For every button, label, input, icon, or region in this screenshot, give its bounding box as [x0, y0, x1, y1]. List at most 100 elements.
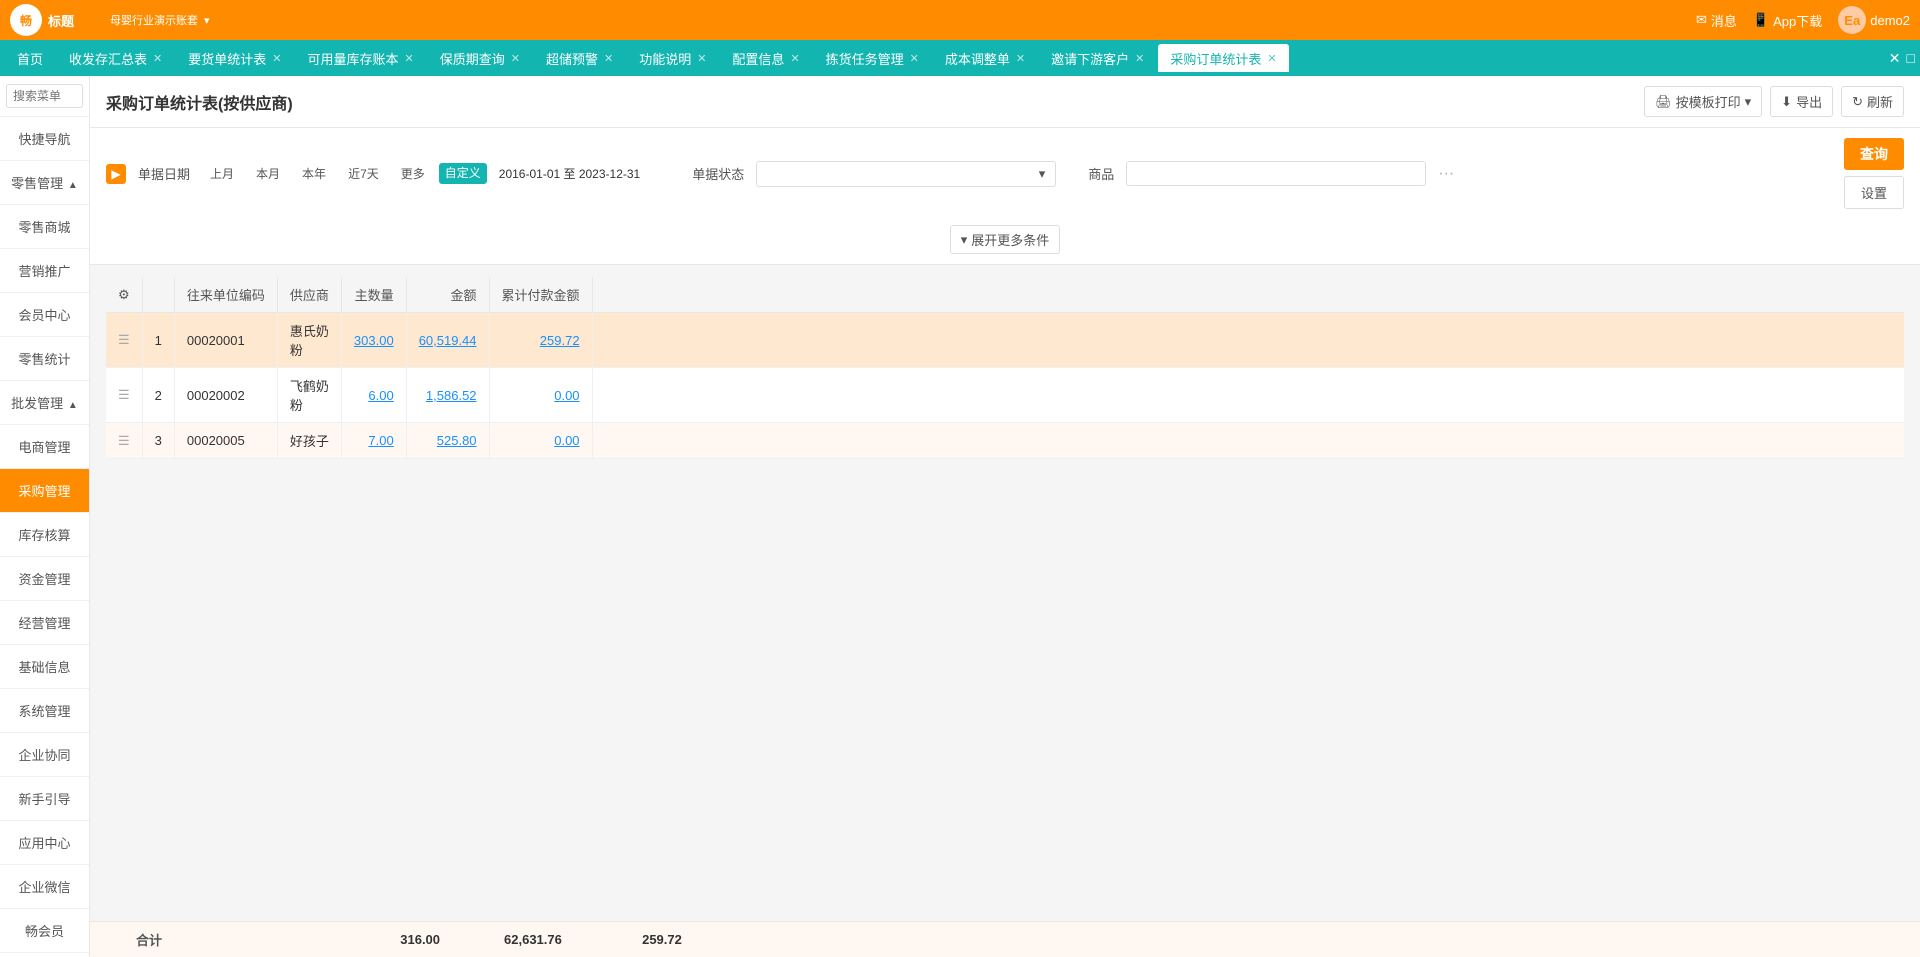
row-quantity[interactable]: 6.00 — [341, 368, 406, 423]
nav-tab-label: 成本调整单 — [945, 49, 1010, 68]
header-row: ⚙ 往来单位编码 供应商 主数量 金额 累计付款金额 — [106, 277, 1904, 313]
row-settings-icon[interactable]: ☰ — [106, 368, 142, 423]
sidebar-item-wechat[interactable]: 企业微信 — [0, 865, 89, 909]
sidebar-item-wholesale[interactable]: 批发管理 ▲ — [0, 381, 89, 425]
nav-tab-close-icon[interactable]: ✕ — [153, 52, 162, 65]
maximize-icon[interactable]: □ — [1907, 50, 1915, 66]
nav-tab-label: 功能说明 — [639, 49, 691, 68]
nav-tab-config[interactable]: 配置信息 ✕ — [720, 44, 811, 72]
filter-toggle-arrow[interactable]: ▶ — [106, 164, 126, 184]
footer-paid: 259.72 — [614, 932, 694, 947]
refresh-button[interactable]: ↻ 刷新 — [1841, 86, 1904, 117]
sidebar-item-purchase[interactable]: 采购管理 — [0, 469, 89, 513]
workspace-selector[interactable]: 母婴行业演示账套 ▾ — [110, 12, 1696, 28]
table-row[interactable]: ☰200020002飞鹤奶粉6.001,586.520.00 — [106, 368, 1904, 423]
row-quantity[interactable]: 303.00 — [341, 313, 406, 368]
nav-tab-label: 配置信息 — [732, 49, 784, 68]
sidebar-item-new-guide[interactable]: 新手引导 — [0, 777, 89, 821]
app-download-btn[interactable]: 📱 App下载 — [1753, 11, 1822, 30]
nav-tab-close-icon[interactable]: ✕ — [1016, 52, 1025, 65]
goods-more-icon[interactable]: ··· — [1438, 165, 1454, 183]
nav-tab-manual[interactable]: 功能说明 ✕ — [627, 44, 718, 72]
row-quantity[interactable]: 7.00 — [341, 423, 406, 459]
user-area[interactable]: Ea demo2 — [1838, 6, 1910, 34]
nav-tab-collection[interactable]: 收发存汇总表 ✕ — [57, 44, 174, 72]
sidebar-item-retail-stats[interactable]: 零售统计 — [0, 337, 89, 381]
nav-tab-home[interactable]: 首页 — [5, 44, 55, 72]
col-settings[interactable]: ⚙ — [106, 277, 142, 313]
sidebar-item-ecommerce[interactable]: 电商管理 — [0, 425, 89, 469]
row-menu-icon[interactable]: ☰ — [118, 433, 130, 448]
expand-more-btn[interactable]: ▾ 展开更多条件 — [950, 225, 1061, 254]
filter-area: ▶ 单据日期 上月 本月 本年 近7天 更多 自定义 2016-01-01 至 … — [90, 128, 1920, 265]
page-title: 采购订单统计表(按供应商) — [106, 90, 293, 114]
nav-tab-close-icon[interactable]: ✕ — [1135, 52, 1144, 65]
row-settings-icon[interactable]: ☰ — [106, 423, 142, 459]
sidebar-item-quick-nav[interactable]: 快捷导航 — [0, 117, 89, 161]
row-supplier-code: 00020002 — [174, 368, 277, 423]
export-button[interactable]: ⬇ 导出 — [1770, 86, 1833, 117]
sidebar-item-search[interactable] — [0, 76, 89, 117]
row-menu-icon[interactable]: ☰ — [118, 332, 130, 347]
nav-tab-close-icon[interactable]: ✕ — [910, 52, 919, 65]
date-shortcuts: 上月 本月 本年 近7天 更多 自定义 — [202, 163, 487, 184]
nav-tab-order-summary[interactable]: 要货单统计表 ✕ — [176, 44, 293, 72]
col-quantity: 主数量 — [341, 277, 406, 313]
nav-tab-picking[interactable]: 拣货任务管理 ✕ — [814, 44, 931, 72]
search-input[interactable] — [6, 84, 83, 108]
shortcut-more[interactable]: 更多 — [393, 163, 433, 184]
row-settings-icon[interactable]: ☰ — [106, 313, 142, 368]
nav-tab-close-icon[interactable]: ✕ — [511, 52, 520, 65]
sidebar-item-finance[interactable]: 资金管理 — [0, 557, 89, 601]
nav-tab-close-icon[interactable]: ✕ — [272, 52, 281, 65]
query-button[interactable]: 查询 — [1844, 138, 1904, 170]
nav-tab-close-icon[interactable]: ✕ — [697, 52, 706, 65]
nav-tab-overstock[interactable]: 超储预警 ✕ — [534, 44, 625, 72]
nav-tab-invite[interactable]: 邀请下游客户 ✕ — [1039, 44, 1156, 72]
template-print-button[interactable]: 🖨 按模板打印 ▾ — [1644, 86, 1762, 117]
nav-tab-close-icon[interactable]: ✕ — [405, 52, 414, 65]
nav-tab-purchase-summary[interactable]: 采购订单统计表 ✕ — [1158, 44, 1288, 72]
nav-tab-cost-adjust[interactable]: 成本调整单 ✕ — [933, 44, 1037, 72]
export-icon: ⬇ — [1781, 94, 1792, 110]
sidebar-item-marketing[interactable]: 营销推广 — [0, 249, 89, 293]
shortcut-7days[interactable]: 近7天 — [340, 163, 387, 184]
sidebar-item-operations[interactable]: 经营管理 — [0, 601, 89, 645]
table-row[interactable]: ☰100020001惠氏奶粉303.0060,519.44259.72 — [106, 313, 1904, 368]
shortcut-this-year[interactable]: 本年 — [294, 163, 334, 184]
shortcut-last-month[interactable]: 上月 — [202, 163, 242, 184]
shortcut-this-month[interactable]: 本月 — [248, 163, 288, 184]
nav-tab-close-icon[interactable]: ✕ — [1267, 52, 1276, 65]
row-menu-icon[interactable]: ☰ — [118, 387, 130, 402]
row-amount[interactable]: 525.80 — [406, 423, 489, 459]
sidebar-item-basic-info[interactable]: 基础信息 — [0, 645, 89, 689]
sidebar-item-retail[interactable]: 零售管理 ▲ — [0, 161, 89, 205]
row-paid-amount[interactable]: 0.00 — [489, 423, 592, 459]
goods-input[interactable] — [1126, 161, 1426, 186]
row-paid-amount[interactable]: 259.72 — [489, 313, 592, 368]
nav-tab-warranty[interactable]: 保质期查询 ✕ — [428, 44, 532, 72]
sidebar-item-retail-mall[interactable]: 零售商城 — [0, 205, 89, 249]
sidebar-item-member-vip[interactable]: 畅会员 — [0, 909, 89, 953]
sidebar-item-sys-admin[interactable]: 系统管理 — [0, 689, 89, 733]
export-label: 导出 — [1796, 92, 1822, 111]
sidebar-item-cooperation[interactable]: 企业协同 — [0, 733, 89, 777]
row-supplier-name: 惠氏奶粉 — [277, 313, 341, 368]
sidebar-item-members[interactable]: 会员中心 — [0, 293, 89, 337]
row-amount[interactable]: 1,586.52 — [406, 368, 489, 423]
date-range-display: 2016-01-01 至 2023-12-31 — [499, 165, 640, 182]
sidebar-item-inventory-check[interactable]: 库存核算 — [0, 513, 89, 557]
row-amount[interactable]: 60,519.44 — [406, 313, 489, 368]
status-select[interactable]: ▾ — [756, 161, 1056, 187]
settings-button[interactable]: 设置 — [1844, 176, 1904, 209]
table-row[interactable]: ☰300020005好孩子7.00525.800.00 — [106, 423, 1904, 459]
nav-tab-close-icon[interactable]: ✕ — [604, 52, 613, 65]
message-btn[interactable]: ✉ 消息 — [1696, 11, 1737, 30]
row-supplier-name: 好孩子 — [277, 423, 341, 459]
nav-tab-close-icon[interactable]: ✕ — [790, 52, 799, 65]
sidebar-item-app-center[interactable]: 应用中心 — [0, 821, 89, 865]
close-window-icon[interactable]: ✕ — [1889, 50, 1901, 67]
nav-tab-inventory[interactable]: 可用量库存账本 ✕ — [295, 44, 425, 72]
date-filter-label: 单据日期 — [138, 164, 190, 183]
row-paid-amount[interactable]: 0.00 — [489, 368, 592, 423]
